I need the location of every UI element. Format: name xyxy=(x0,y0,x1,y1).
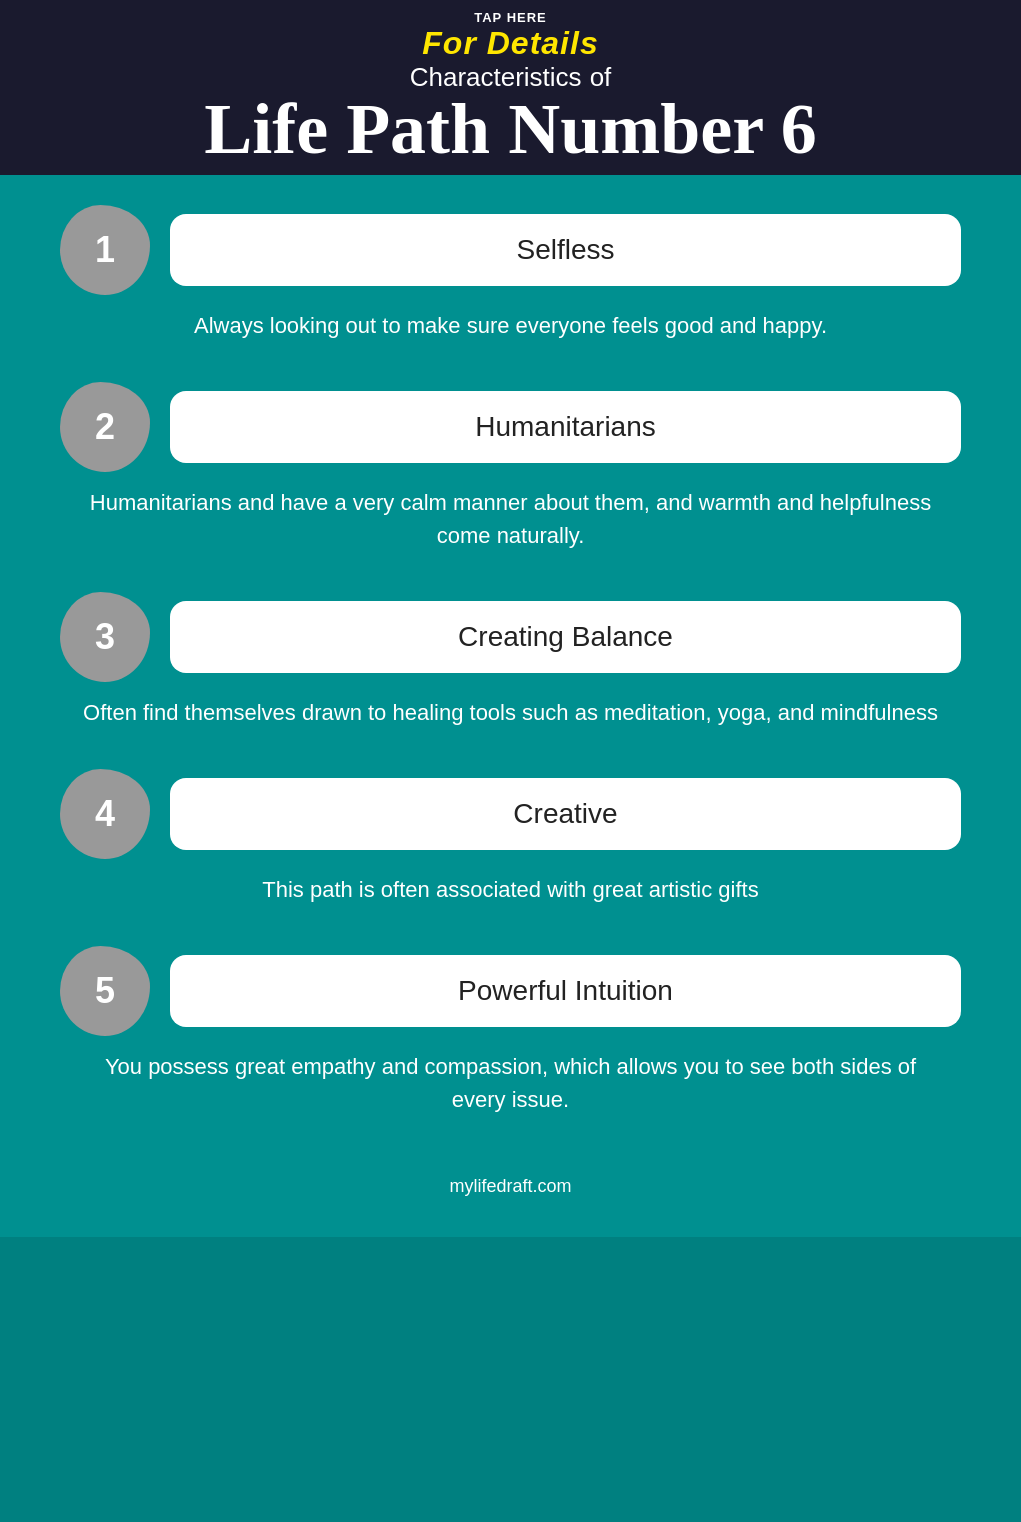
char-label-text-5: Powerful Intuition xyxy=(458,975,673,1007)
char-description-4: This path is often associated with great… xyxy=(242,873,778,906)
characteristic-block-4: 4 Creative This path is often associated w… xyxy=(60,769,961,916)
char-label-box-5: Powerful Intuition xyxy=(170,955,961,1027)
page-title: Life Path Number 6 xyxy=(204,93,817,175)
char-label-text-2: Humanitarians xyxy=(475,411,656,443)
char-header-row-3: 3 Creating Balance xyxy=(60,592,961,682)
tap-details-label: For Details xyxy=(422,25,598,62)
char-description-2: Humanitarians and have a very calm manne… xyxy=(60,486,961,552)
char-label-text-1: Selfless xyxy=(516,234,614,266)
char-header-row-2: 2 Humanitarians xyxy=(60,382,961,472)
char-description-3: Often find themselves drawn to healing t… xyxy=(63,696,958,729)
characteristic-block-1: 1 Selfless Always looking out to make sure… xyxy=(60,205,961,352)
number-circle-2: 2 xyxy=(60,382,150,472)
content-area: 1 Selfless Always looking out to make sure… xyxy=(0,175,1021,1237)
characteristic-block-3: 3 Creating Balance Often find themselves d… xyxy=(60,592,961,739)
number-circle-4: 4 xyxy=(60,769,150,859)
char-label-box-3: Creating Balance xyxy=(170,601,961,673)
char-label-text-3: Creating Balance xyxy=(458,621,673,653)
char-header-row-4: 4 Creative xyxy=(60,769,961,859)
char-label-text-4: Creative xyxy=(513,798,617,830)
char-label-box-4: Creative xyxy=(170,778,961,850)
tap-here-label: TAP HERE xyxy=(474,10,547,25)
char-description-1: Always looking out to make sure everyone… xyxy=(174,309,847,342)
char-header-row-1: 1 Selfless xyxy=(60,205,961,295)
footer-website: mylifedraft.com xyxy=(449,1176,571,1197)
number-circle-5: 5 xyxy=(60,946,150,1036)
char-label-box-1: Selfless xyxy=(170,214,961,286)
char-header-row-5: 5 Powerful Intuition xyxy=(60,946,961,1036)
number-circle-1: 1 xyxy=(60,205,150,295)
characteristic-block-5: 5 Powerful Intuition You possess great emp… xyxy=(60,946,961,1126)
tap-here-container[interactable]: TAP HERE For Details xyxy=(422,10,598,62)
number-circle-3: 3 xyxy=(60,592,150,682)
char-description-5: You possess great empathy and compassion… xyxy=(60,1050,961,1116)
characteristic-block-2: 2 Humanitarians Humanitarians and have a v… xyxy=(60,382,961,562)
char-label-box-2: Humanitarians xyxy=(170,391,961,463)
header: TAP HERE For Details Characteristics of … xyxy=(0,0,1021,175)
